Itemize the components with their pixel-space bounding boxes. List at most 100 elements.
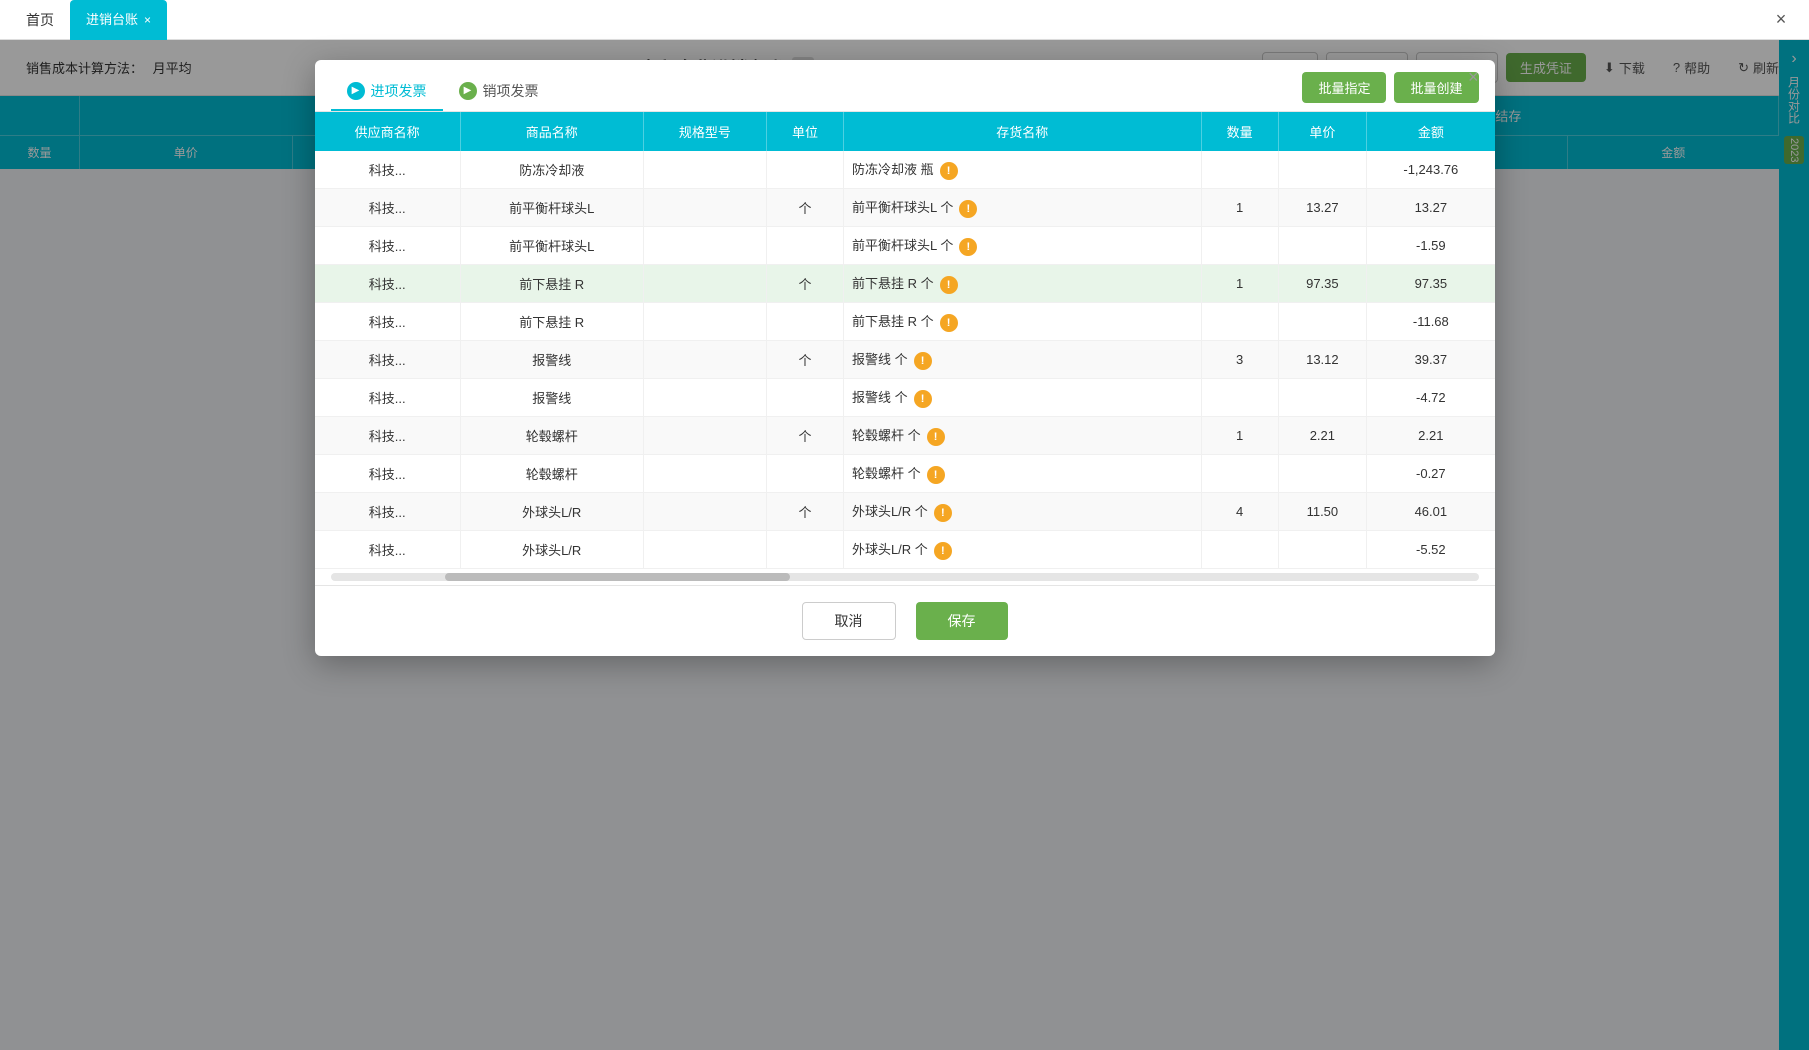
page-background: 销售成本计算方法： 月平均 商贸企业进销台账 ≡ 对账 重新开账 存货别名 生成… — [0, 40, 1809, 1050]
cell-product-name: 外球头L/R — [460, 493, 643, 531]
cell-inventory-name: 前下悬挂 R 个! — [843, 303, 1201, 341]
cell-unit-price — [1278, 379, 1367, 417]
warn-icon: ! — [927, 466, 945, 484]
tab-input-icon: ▶ — [347, 82, 365, 100]
table-row[interactable]: 科技...前平衡杆球头L前平衡杆球头L 个!-1.59 — [315, 227, 1495, 265]
modal-dialog: ▶ 进项发票 ▶ 销项发票 批量指定 批量创建 × 供应 — [315, 60, 1495, 656]
cell-amount: -1,243.76 — [1367, 151, 1495, 189]
cancel-button[interactable]: 取消 — [802, 602, 896, 640]
cell-unit — [767, 455, 844, 493]
cell-quantity — [1201, 379, 1278, 417]
warn-icon: ! — [934, 504, 952, 522]
cell-supplier: 科技... — [315, 151, 461, 189]
cell-quantity — [1201, 303, 1278, 341]
cell-product-name: 前平衡杆球头L — [460, 189, 643, 227]
col-quantity: 数量 — [1201, 112, 1278, 151]
tab-invoice-input[interactable]: ▶ 进项发票 — [331, 73, 443, 111]
cell-supplier: 科技... — [315, 379, 461, 417]
cell-unit-price — [1278, 303, 1367, 341]
cell-supplier: 科技... — [315, 417, 461, 455]
cell-spec — [643, 227, 766, 265]
cell-inventory-name: 报警线 个! — [843, 379, 1201, 417]
table-row[interactable]: 科技...防冻冷却液防冻冷却液 瓶!-1,243.76 — [315, 151, 1495, 189]
cell-supplier: 科技... — [315, 531, 461, 569]
col-unit-price: 单价 — [1278, 112, 1367, 151]
cell-inventory-name: 前平衡杆球头L 个! — [843, 189, 1201, 227]
cell-supplier: 科技... — [315, 227, 461, 265]
cell-supplier: 科技... — [315, 493, 461, 531]
cell-inventory-name: 防冻冷却液 瓶! — [843, 151, 1201, 189]
modal-close-button[interactable]: × — [1468, 68, 1479, 86]
table-row[interactable]: 科技...外球头L/R个外球头L/R 个!411.5046.01 — [315, 493, 1495, 531]
warn-icon: ! — [934, 542, 952, 560]
cell-quantity: 4 — [1201, 493, 1278, 531]
cell-inventory-name: 前下悬挂 R 个! — [843, 265, 1201, 303]
cell-amount: -11.68 — [1367, 303, 1495, 341]
cell-unit-price: 97.35 — [1278, 265, 1367, 303]
col-amount: 金额 — [1367, 112, 1495, 151]
active-tab[interactable]: 进销台账 × — [70, 0, 167, 40]
col-supplier: 供应商名称 — [315, 112, 461, 151]
table-row[interactable]: 科技...前下悬挂 R前下悬挂 R 个!-11.68 — [315, 303, 1495, 341]
cell-quantity — [1201, 227, 1278, 265]
col-product-name: 商品名称 — [460, 112, 643, 151]
cell-quantity — [1201, 151, 1278, 189]
scrollbar-track — [331, 573, 1479, 581]
cell-inventory-name: 前平衡杆球头L 个! — [843, 227, 1201, 265]
cell-unit — [767, 531, 844, 569]
cell-spec — [643, 531, 766, 569]
save-button[interactable]: 保存 — [916, 602, 1008, 640]
cell-unit: 个 — [767, 189, 844, 227]
warn-icon: ! — [940, 276, 958, 294]
table-row[interactable]: 科技...轮毂螺杆个轮毂螺杆 个!12.212.21 — [315, 417, 1495, 455]
cell-inventory-name: 轮毂螺杆 个! — [843, 417, 1201, 455]
window-close-button[interactable]: × — [1763, 2, 1799, 38]
cell-quantity — [1201, 531, 1278, 569]
table-row[interactable]: 科技...外球头L/R外球头L/R 个!-5.52 — [315, 531, 1495, 569]
col-spec: 规格型号 — [643, 112, 766, 151]
modal-actions: 批量指定 批量创建 — [1302, 72, 1478, 111]
cell-quantity — [1201, 455, 1278, 493]
cell-spec — [643, 455, 766, 493]
cell-unit — [767, 379, 844, 417]
warn-icon: ! — [914, 390, 932, 408]
modal-header: ▶ 进项发票 ▶ 销项发票 批量指定 批量创建 × — [315, 60, 1495, 112]
warn-icon: ! — [940, 314, 958, 332]
col-unit: 单位 — [767, 112, 844, 151]
table-row[interactable]: 科技...前下悬挂 R个前下悬挂 R 个!197.3597.35 — [315, 265, 1495, 303]
cell-spec — [643, 303, 766, 341]
cell-unit — [767, 227, 844, 265]
cell-inventory-name: 外球头L/R 个! — [843, 493, 1201, 531]
table-row[interactable]: 科技...轮毂螺杆轮毂螺杆 个!-0.27 — [315, 455, 1495, 493]
tab-output-icon: ▶ — [459, 82, 477, 100]
cell-product-name: 轮毂螺杆 — [460, 417, 643, 455]
cell-unit-price: 2.21 — [1278, 417, 1367, 455]
cell-unit-price: 11.50 — [1278, 493, 1367, 531]
cell-product-name: 轮毂螺杆 — [460, 455, 643, 493]
tab-close-icon[interactable]: × — [144, 0, 151, 40]
scrollbar-thumb[interactable] — [445, 573, 789, 581]
home-tab[interactable]: 首页 — [10, 0, 70, 40]
tab-invoice-output[interactable]: ▶ 销项发票 — [443, 73, 555, 111]
cell-quantity: 1 — [1201, 189, 1278, 227]
modal-footer: 取消 保存 — [315, 585, 1495, 656]
batch-create-button[interactable]: 批量创建 — [1394, 72, 1478, 103]
cell-unit-price — [1278, 455, 1367, 493]
cell-inventory-name: 报警线 个! — [843, 341, 1201, 379]
cell-supplier: 科技... — [315, 455, 461, 493]
horizontal-scrollbar[interactable] — [315, 569, 1495, 585]
cell-unit-price — [1278, 227, 1367, 265]
batch-assign-button[interactable]: 批量指定 — [1302, 72, 1386, 103]
warn-icon: ! — [927, 428, 945, 446]
cell-unit-price: 13.27 — [1278, 189, 1367, 227]
cell-spec — [643, 417, 766, 455]
cell-unit — [767, 303, 844, 341]
cell-inventory-name: 外球头L/R 个! — [843, 531, 1201, 569]
table-row[interactable]: 科技...报警线报警线 个!-4.72 — [315, 379, 1495, 417]
table-row[interactable]: 科技...前平衡杆球头L个前平衡杆球头L 个!113.2713.27 — [315, 189, 1495, 227]
cell-supplier: 科技... — [315, 189, 461, 227]
warn-icon: ! — [959, 200, 977, 218]
table-row[interactable]: 科技...报警线个报警线 个!313.1239.37 — [315, 341, 1495, 379]
cell-unit-price — [1278, 531, 1367, 569]
cell-amount: -1.59 — [1367, 227, 1495, 265]
